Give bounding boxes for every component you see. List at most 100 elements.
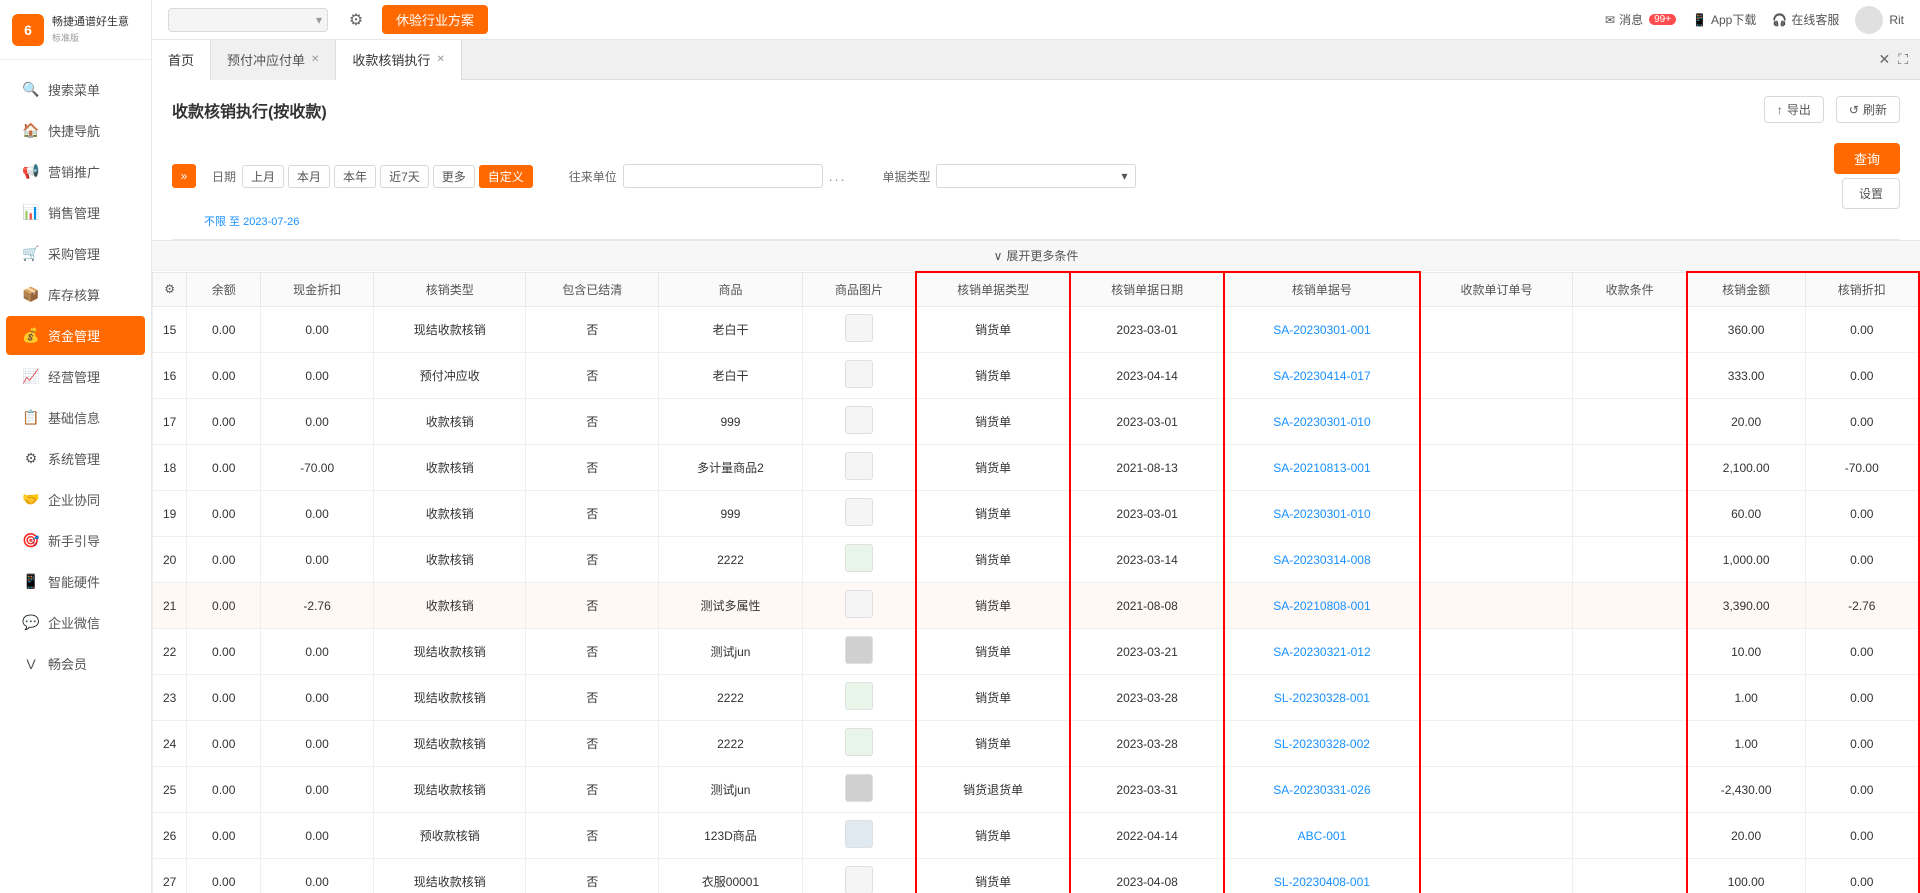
row-doc-no: ABC-001: [1224, 813, 1420, 859]
row-discount: 0.00: [261, 767, 374, 813]
th-settled: 包含已结清: [526, 272, 659, 307]
row-id: 16: [153, 353, 187, 399]
product-image: [845, 866, 873, 893]
tab-prepay[interactable]: 预付冲应付单 ✕: [211, 40, 336, 80]
row-id: 25: [153, 767, 187, 813]
date-range-display: 不限 至 2023-07-26: [204, 213, 1900, 229]
sidebar-item-hardware[interactable]: 📱 智能硬件: [6, 562, 145, 601]
sidebar-item-purchase[interactable]: 🛒 采购管理: [6, 234, 145, 273]
tab-writeoff[interactable]: 收款核销执行 ✕: [336, 40, 461, 80]
doctype-select[interactable]: ▾: [936, 164, 1136, 188]
gear-settings-icon[interactable]: ⚙: [342, 6, 370, 34]
row-id: 26: [153, 813, 187, 859]
online-service-link[interactable]: 🎧 在线客服: [1772, 11, 1839, 28]
export-button[interactable]: ↑ 导出: [1764, 96, 1824, 123]
tab-home[interactable]: 首页: [152, 40, 211, 80]
sidebar-item-corp[interactable]: 🤝 企业协同: [6, 480, 145, 519]
sidebar-item-search[interactable]: 🔍 搜索菜单: [6, 70, 145, 109]
row-doc-date: 2023-03-14: [1070, 537, 1224, 583]
last7days-btn[interactable]: 近7天: [380, 165, 429, 188]
tab-writeoff-close-icon[interactable]: ✕: [436, 54, 444, 65]
row-type: 现结收款核销: [374, 675, 526, 721]
sidebar-item-marketing[interactable]: 📢 营销推广: [6, 152, 145, 191]
notification-label: 消息: [1619, 11, 1643, 28]
row-balance: 0.00: [187, 307, 261, 353]
avatar: [1855, 6, 1883, 34]
row-order-no: [1420, 859, 1573, 893]
filter-settings-button[interactable]: 设置: [1842, 178, 1900, 209]
expand-conditions-btn[interactable]: ∨ 展开更多条件: [994, 247, 1079, 264]
row-product: 老白干: [659, 307, 803, 353]
row-product: 2222: [659, 537, 803, 583]
sidebar-item-finance[interactable]: 💰 资金管理: [6, 316, 145, 355]
search-input[interactable]: [168, 8, 328, 32]
row-condition: [1573, 629, 1687, 675]
row-condition: [1573, 491, 1687, 537]
tab-fullscreen-icon[interactable]: ⛶: [1898, 51, 1908, 68]
message-icon: ✉: [1605, 13, 1615, 27]
row-doc-date: 2023-03-01: [1070, 307, 1224, 353]
filter-expand-btn[interactable]: »: [172, 164, 196, 188]
product-image: [845, 682, 873, 710]
row-product: 测试jun: [659, 629, 803, 675]
sidebar-item-basic[interactable]: 📋 基础信息: [6, 398, 145, 437]
sidebar-item-inventory[interactable]: 📦 库存核算: [6, 275, 145, 314]
tab-close-all-icon[interactable]: ✕: [1878, 51, 1890, 68]
row-type: 收款核销: [374, 399, 526, 445]
row-settled: 否: [526, 353, 659, 399]
row-settled: 否: [526, 537, 659, 583]
row-order-no: [1420, 629, 1573, 675]
app-download-link[interactable]: 📱 App下载: [1692, 11, 1756, 28]
sidebar-item-label: 畅会员: [48, 654, 87, 673]
th-settings[interactable]: ⚙: [153, 272, 187, 307]
row-product-img: [802, 859, 916, 893]
partner-dots[interactable]: ...: [829, 168, 847, 184]
product-image: [845, 590, 873, 618]
sidebar-item-member[interactable]: V 畅会员: [6, 644, 145, 683]
tab-prepay-label: 预付冲应付单: [227, 50, 305, 69]
last-month-btn[interactable]: 上月: [242, 165, 284, 188]
table-row: 20 0.00 0.00 收款核销 否 2222 销货单 2023-03-14 …: [153, 537, 1920, 583]
row-balance: 0.00: [187, 721, 261, 767]
dropdown-arrow[interactable]: ▾: [316, 13, 322, 27]
table-row: 22 0.00 0.00 现结收款核销 否 测试jun 销货单 2023-03-…: [153, 629, 1920, 675]
row-doc-no: SA-20230314-008: [1224, 537, 1420, 583]
user-info[interactable]: Rit: [1855, 6, 1904, 34]
tab-prepay-close-icon[interactable]: ✕: [311, 54, 319, 65]
row-doc-type: 销货单: [916, 813, 1070, 859]
row-amount: 3,390.00: [1687, 583, 1805, 629]
row-doc-type: 销货单: [916, 629, 1070, 675]
row-settled: 否: [526, 445, 659, 491]
sidebar-item-quicknav[interactable]: 🏠 快捷导航: [6, 111, 145, 150]
refresh-button[interactable]: ↺ 刷新: [1836, 96, 1900, 123]
industry-solution-button[interactable]: 休验行业方案: [382, 5, 488, 34]
sidebar-item-operation[interactable]: 📈 经营管理: [6, 357, 145, 396]
notification-area[interactable]: ✉ 消息 99+: [1605, 11, 1676, 28]
main-area: ▾ ⚙ 休验行业方案 ✉ 消息 99+ 📱 App下载 🎧 在线客服 Rit: [152, 0, 1920, 893]
sidebar-item-guide[interactable]: 🎯 新手引导: [6, 521, 145, 560]
row-doc-no: SL-20230328-002: [1224, 721, 1420, 767]
row-id: 27: [153, 859, 187, 893]
row-condition: [1573, 307, 1687, 353]
row-balance: 0.00: [187, 813, 261, 859]
sidebar-item-label: 资金管理: [48, 326, 100, 345]
custom-date-btn[interactable]: 自定义: [479, 165, 533, 188]
sidebar-item-sales[interactable]: 📊 销售管理: [6, 193, 145, 232]
sidebar-item-system[interactable]: ⚙ 系统管理: [6, 439, 145, 478]
row-settled: 否: [526, 859, 659, 893]
row-doc-no: SA-20210808-001: [1224, 583, 1420, 629]
row-condition: [1573, 767, 1687, 813]
row-product-img: [802, 399, 916, 445]
gear-icon: ⚙: [22, 450, 40, 468]
row-product-img: [802, 491, 916, 537]
this-month-btn[interactable]: 本月: [288, 165, 330, 188]
query-button[interactable]: 查询: [1834, 143, 1900, 174]
partner-input[interactable]: [623, 164, 823, 188]
more-date-btn[interactable]: 更多: [433, 165, 475, 188]
table-header-row: ⚙ 余额 现金折扣 核销类型 包含已结清 商品 商品图片 核销单据类型 核销单据…: [153, 272, 1920, 307]
row-write-discount: -70.00: [1805, 445, 1919, 491]
partner-filter-group: 往来单位 ...: [569, 164, 847, 188]
page-content: 收款核销执行(按收款) ↑ 导出 ↺ 刷新 »: [152, 80, 1920, 893]
this-year-btn[interactable]: 本年: [334, 165, 376, 188]
sidebar-item-wechat[interactable]: 💬 企业微信: [6, 603, 145, 642]
